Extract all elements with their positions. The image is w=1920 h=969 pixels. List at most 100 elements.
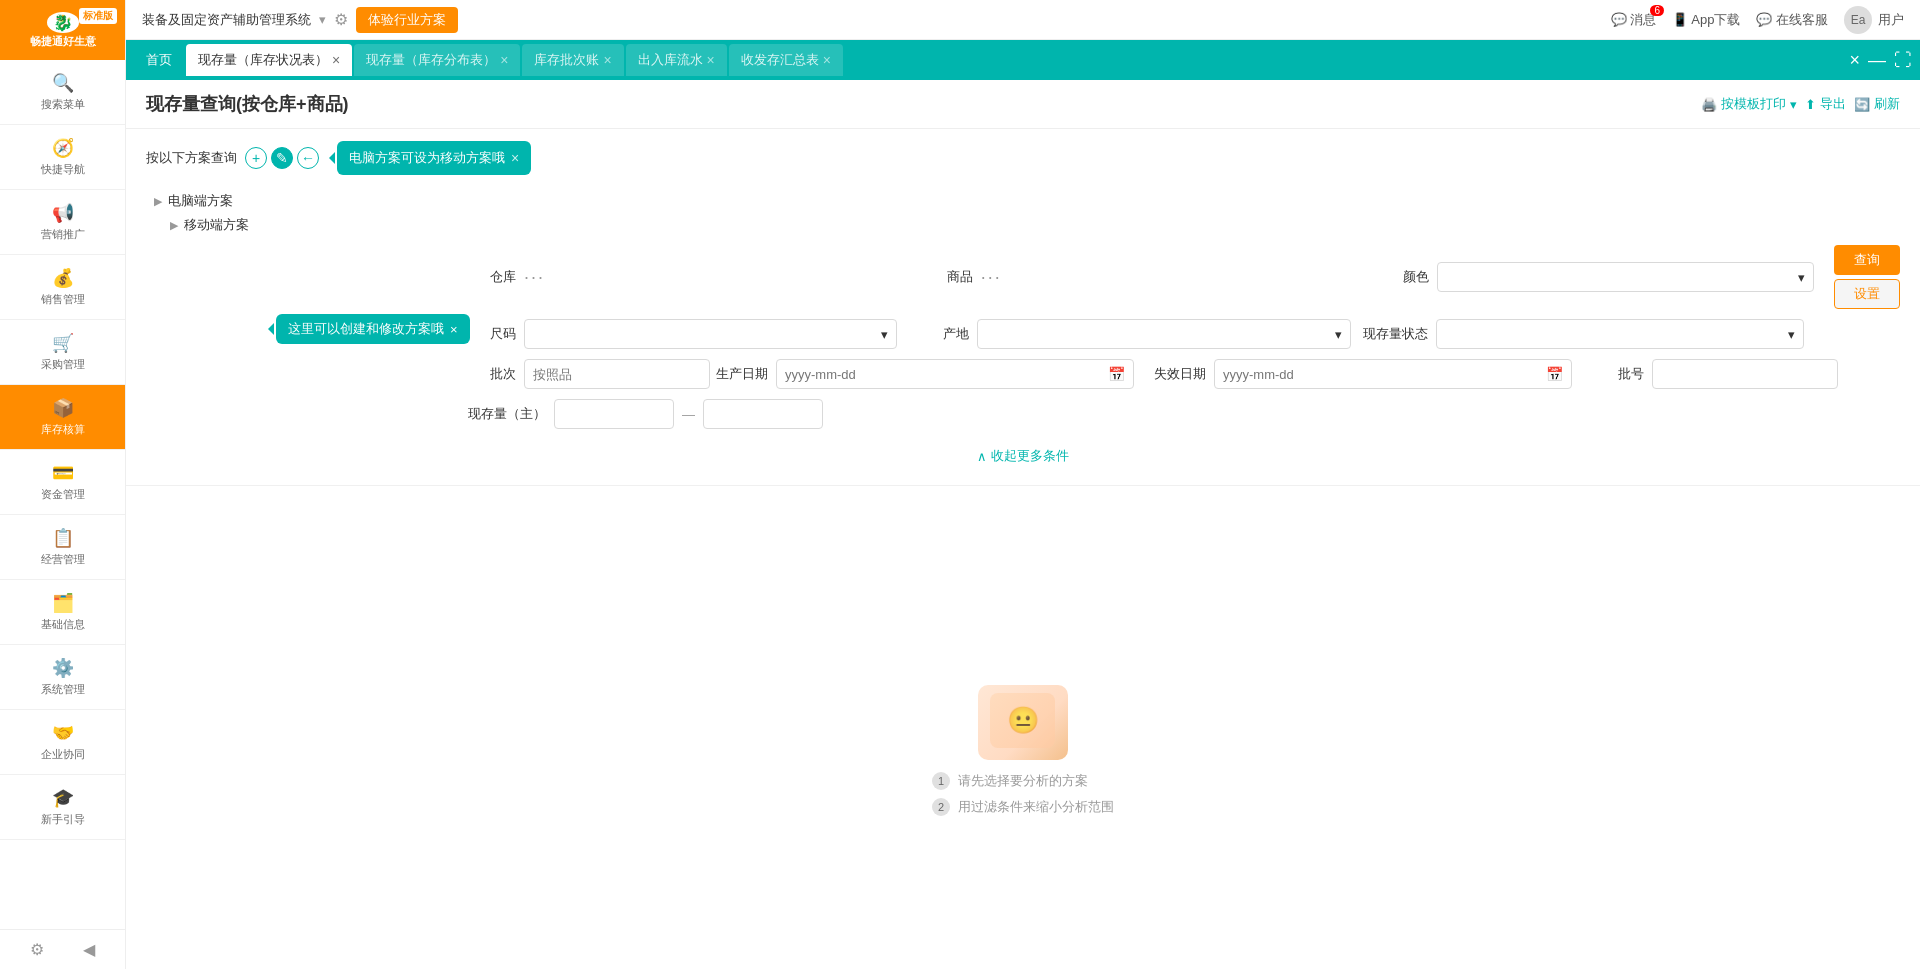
sidebar-item-search[interactable]: 🔍 搜索菜单	[0, 60, 125, 125]
scheme-tooltip: 电脑方案可设为移动方案哦 ×	[337, 141, 531, 175]
expire-date-input[interactable]	[1223, 367, 1542, 382]
template-dropdown-icon[interactable]: ▾	[1790, 97, 1797, 112]
search-button[interactable]: 查询	[1834, 245, 1900, 275]
batch-input[interactable]	[524, 359, 710, 389]
sidebar-label-operation: 经营管理	[41, 552, 85, 567]
tab-inventory-status[interactable]: 现存量（库存状况表） ×	[186, 44, 352, 76]
sidebar-item-system[interactable]: ⚙️ 系统管理	[0, 645, 125, 710]
sidebar-label-newbie: 新手引导	[41, 812, 85, 827]
filter-stock-main: 现存量（主） —	[456, 399, 836, 429]
topbar-settings-icon[interactable]: ⚙	[334, 10, 348, 29]
warehouse-dots[interactable]: ···	[524, 267, 545, 288]
collapse-row[interactable]: ∧ 收起更多条件	[146, 439, 1900, 473]
expire-date-start[interactable]: 📅	[1214, 359, 1572, 389]
tab-collect[interactable]: 收发存汇总表 ×	[729, 44, 843, 76]
page-title: 现存量查询(按仓库+商品)	[146, 92, 349, 116]
export-button[interactable]: ⬆ 导出	[1805, 95, 1846, 113]
empty-illustration: 😐	[963, 640, 1083, 760]
refresh-button[interactable]: 🔄 刷新	[1854, 95, 1900, 113]
tab-batch-close[interactable]: ×	[603, 52, 611, 68]
operation-icon: 📋	[52, 527, 74, 549]
origin-select[interactable]: ▾	[977, 319, 1350, 349]
sidebar-item-operation[interactable]: 📋 经营管理	[0, 515, 125, 580]
empty-tip-1: 1 请先选择要分析的方案	[932, 772, 1114, 790]
filter-row-1: 仓库 ··· 商品 ··· 颜色 ▾	[456, 245, 1900, 309]
sidebar-item-sales[interactable]: 💰 销售管理	[0, 255, 125, 320]
tab-inout[interactable]: 出入库流水 ×	[626, 44, 727, 76]
edit-scheme-btn[interactable]: ✎	[271, 147, 293, 169]
filter-goods: 商品 ···	[913, 267, 1358, 288]
tab-collect-close[interactable]: ×	[823, 52, 831, 68]
topbar-left: 装备及固定资产辅助管理系统 ▾ ⚙ 体验行业方案	[142, 7, 458, 33]
sidebar-label-system: 系统管理	[41, 682, 85, 697]
size-select[interactable]: ▾	[524, 319, 897, 349]
empty-tips: 1 请先选择要分析的方案 2 用过滤条件来缩小分析范围	[932, 772, 1114, 816]
color-select[interactable]: ▾	[1437, 262, 1814, 292]
tab-inout-close[interactable]: ×	[707, 52, 715, 68]
main-area: 装备及固定资产辅助管理系统 ▾ ⚙ 体验行业方案 💬 消息 6 📱 App下载 …	[126, 0, 1920, 969]
filter-actions: + ✎ ←	[245, 147, 319, 169]
produce-date-start-input[interactable]	[785, 367, 1104, 382]
stock-main-from-input[interactable]	[554, 399, 674, 429]
sidebar-item-basic[interactable]: 🗂️ 基础信息	[0, 580, 125, 645]
template-print-button[interactable]: 🖨️ 按模板打印 ▾	[1701, 95, 1797, 113]
scheme-tooltip-close[interactable]: ×	[511, 150, 519, 166]
logo-text: 畅捷通好生意	[30, 35, 96, 48]
sidebar-label-purchase: 采购管理	[41, 357, 85, 372]
app-download-btn[interactable]: 📱 App下载	[1672, 11, 1740, 29]
topbar-dropdown-icon[interactable]: ▾	[319, 12, 326, 27]
sidebar-item-collab[interactable]: 🤝 企业协同	[0, 710, 125, 775]
sidebar-settings-btn[interactable]: ⚙	[30, 940, 44, 959]
produce-date-start[interactable]: 📅	[776, 359, 1134, 389]
expand-mobile-icon: ▶	[170, 219, 178, 232]
tab-inventory-dist[interactable]: 现存量（库存分布表） ×	[354, 44, 520, 76]
sidebar-label-finance: 资金管理	[41, 487, 85, 502]
tab-home[interactable]: 首页	[134, 44, 184, 76]
reset-button[interactable]: 设置	[1834, 279, 1900, 309]
empty-state: 😐 1 请先选择要分析的方案 2 用过滤条件来缩小分析范围	[126, 486, 1920, 969]
filter-warehouse: 仓库 ···	[456, 267, 901, 288]
calendar-icon-1[interactable]: 📅	[1108, 366, 1125, 382]
edit-tooltip-close[interactable]: ×	[450, 322, 458, 337]
sidebar-collapse-btn[interactable]: ◀	[83, 940, 95, 959]
sidebar-item-purchase[interactable]: 🛒 采购管理	[0, 320, 125, 385]
action-buttons: 查询 设置	[1834, 245, 1900, 309]
filter-row-2: 尺码 ▾ 产地 ▾ 现存量状态	[456, 319, 1900, 349]
tab-collect-label: 收发存汇总表	[741, 51, 819, 69]
content-area: 现存量查询(按仓库+商品) 🖨️ 按模板打印 ▾ ⬆ 导出 🔄 刷新	[126, 80, 1920, 969]
tab-min-btn[interactable]: —	[1868, 50, 1886, 71]
scheme-item-pc[interactable]: ▶ 电脑端方案	[146, 189, 1900, 213]
tab-inventory-dist-close[interactable]: ×	[500, 52, 508, 68]
calendar-icon-2[interactable]: 📅	[1546, 366, 1563, 382]
sidebar-item-marketing[interactable]: 📢 营销推广	[0, 190, 125, 255]
stock-status-select[interactable]: ▾	[1436, 319, 1804, 349]
origin-label: 产地	[909, 325, 969, 343]
trial-button[interactable]: 体验行业方案	[356, 7, 458, 33]
tip-num-1: 1	[932, 772, 950, 790]
tip-text-1: 请先选择要分析的方案	[958, 772, 1088, 790]
template-print-icon: 🖨️	[1701, 97, 1717, 112]
tab-inventory-status-close[interactable]: ×	[332, 52, 340, 68]
user-label[interactable]: 用户	[1878, 11, 1904, 29]
back-scheme-btn[interactable]: ←	[297, 147, 319, 169]
support-btn[interactable]: 💬 在线客服	[1756, 11, 1828, 29]
size-dropdown-icon: ▾	[881, 327, 888, 342]
tab-close-all-btn[interactable]: ×	[1849, 50, 1860, 71]
scheme-item-mobile[interactable]: ▶ 移动端方案	[146, 213, 1900, 237]
tab-max-btn[interactable]: ⛶	[1894, 50, 1912, 71]
sidebar-item-finance[interactable]: 💳 资金管理	[0, 450, 125, 515]
goods-dots[interactable]: ···	[981, 267, 1002, 288]
filter-color: 颜色 ▾	[1369, 262, 1814, 292]
tab-batch[interactable]: 库存批次账 ×	[522, 44, 623, 76]
page-actions: 🖨️ 按模板打印 ▾ ⬆ 导出 🔄 刷新	[1701, 95, 1900, 113]
batch-no-input[interactable]	[1652, 359, 1838, 389]
sidebar-item-inventory[interactable]: 📦 库存核算	[0, 385, 125, 450]
edit-tooltip: 这里可以创建和修改方案哦 ×	[276, 314, 470, 344]
filter-size: 尺码 ▾	[456, 319, 897, 349]
sidebar-item-newbie[interactable]: 🎓 新手引导	[0, 775, 125, 840]
stock-main-to-input[interactable]	[703, 399, 823, 429]
message-btn[interactable]: 💬 消息 6	[1611, 11, 1657, 29]
collapse-icon: ∧	[977, 449, 987, 464]
add-scheme-btn[interactable]: +	[245, 147, 267, 169]
sidebar-item-guide[interactable]: 🧭 快捷导航	[0, 125, 125, 190]
